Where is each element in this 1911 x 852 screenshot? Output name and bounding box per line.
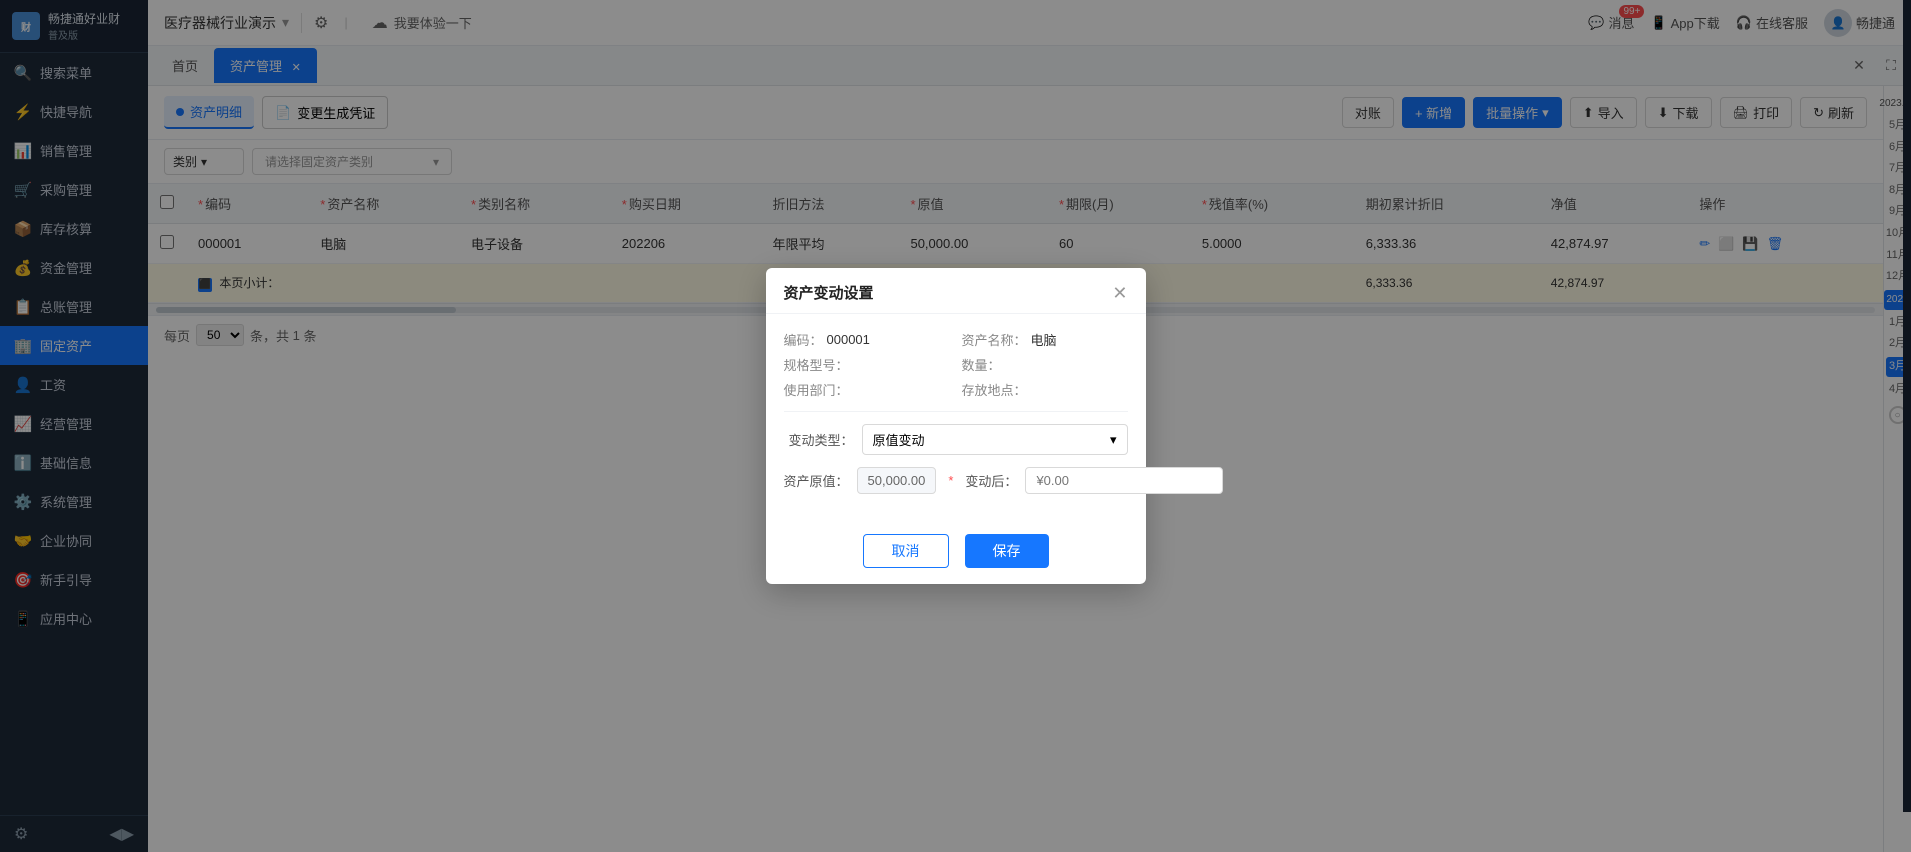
change-type-row: 变动类型： 原值变动 ▾	[784, 424, 1128, 455]
modal-footer: 取消 保存	[766, 522, 1146, 584]
modal-asset-name-field: 资产名称： 电脑	[962, 330, 1128, 349]
modal-divider	[784, 411, 1128, 412]
modal-info-grid: 编码： 000001 资产名称： 电脑 规格型号： 数量： 使用部门：	[784, 330, 1128, 399]
after-change-input[interactable]	[1025, 467, 1223, 494]
asset-change-modal: 资产变动设置 ✕ 编码： 000001 资产名称： 电脑 规格型号： 数量：	[766, 268, 1146, 584]
modal-spec-field: 规格型号：	[784, 355, 950, 374]
change-type-select[interactable]: 原值变动 ▾	[862, 424, 1128, 455]
modal-body: 编码： 000001 资产名称： 电脑 规格型号： 数量： 使用部门：	[766, 314, 1146, 522]
modal-title: 资产变动设置	[784, 282, 874, 303]
original-value-display: 50,000.00	[857, 467, 937, 494]
required-marker: *	[948, 473, 953, 488]
modal-code-field: 编码： 000001	[784, 330, 950, 349]
modal-header: 资产变动设置 ✕	[766, 268, 1146, 314]
original-value-row: 资产原值： 50,000.00 * 变动后：	[784, 467, 1128, 494]
modal-quantity-field: 数量：	[962, 355, 1128, 374]
modal-department-field: 使用部门：	[784, 380, 950, 399]
save-button[interactable]: 保存	[965, 534, 1049, 568]
modal-overlay: 资产变动设置 ✕ 编码： 000001 资产名称： 电脑 规格型号： 数量：	[0, 0, 1911, 852]
select-arrow-icon: ▾	[1110, 432, 1117, 448]
modal-location-field: 存放地点：	[962, 380, 1128, 399]
after-change-label: 变动后：	[965, 471, 1017, 490]
modal-close-icon[interactable]: ✕	[1112, 284, 1127, 302]
cancel-button[interactable]: 取消	[863, 534, 949, 568]
